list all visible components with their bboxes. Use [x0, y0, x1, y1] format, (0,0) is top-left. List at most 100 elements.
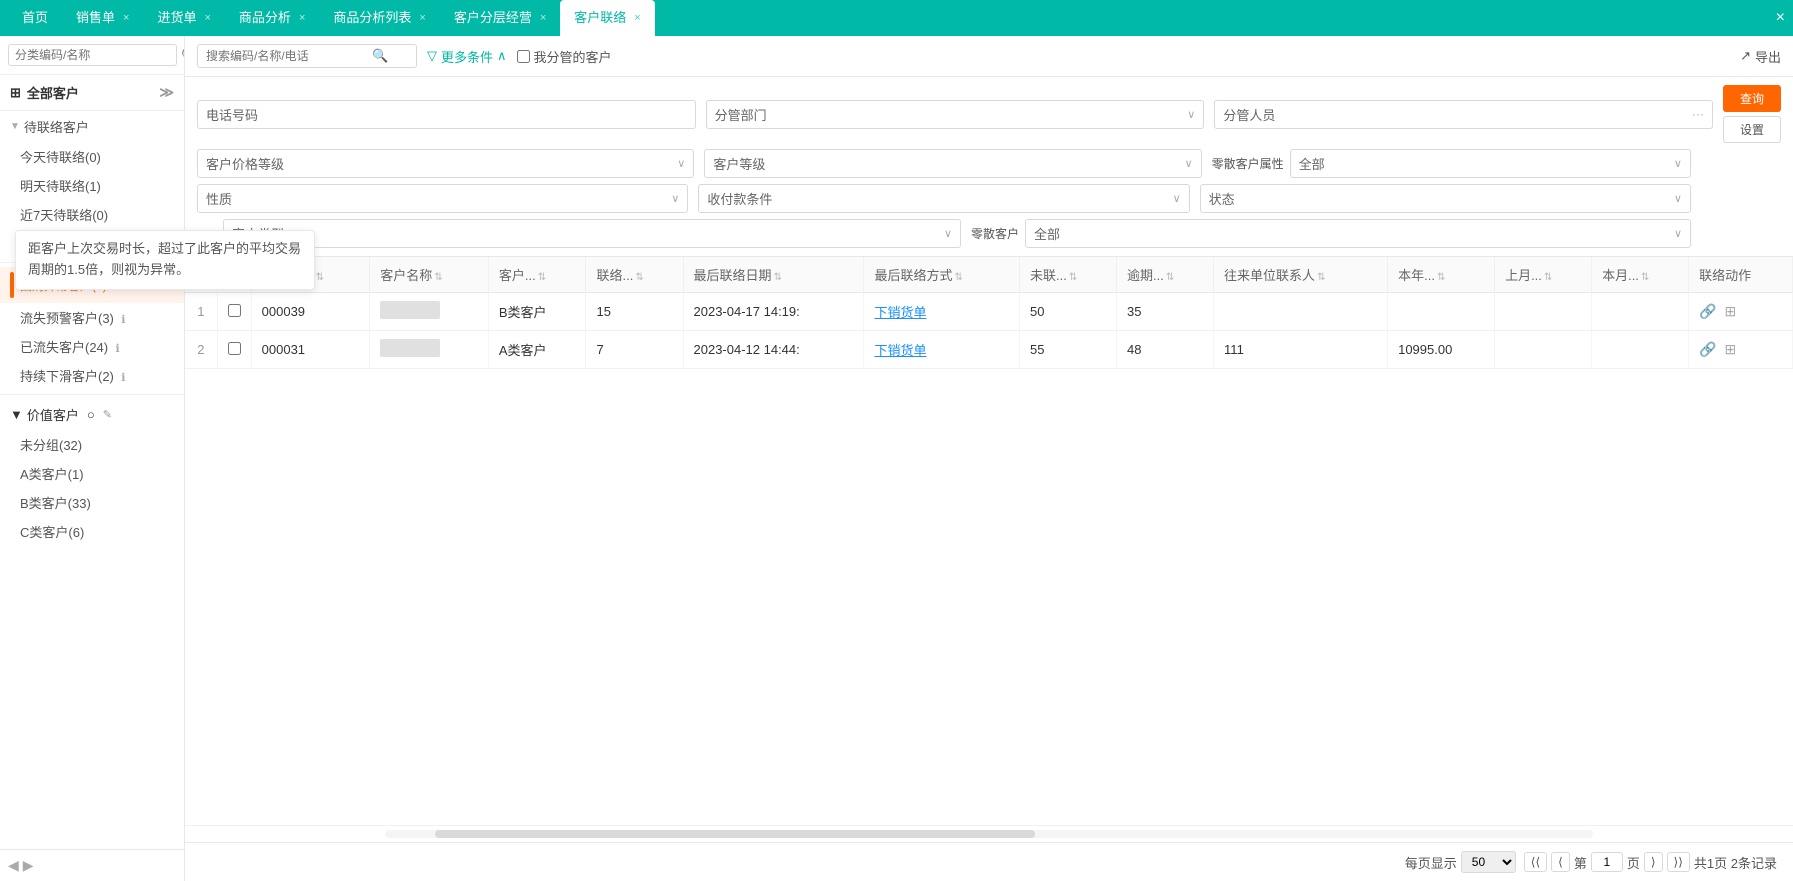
- sort-contact-icon[interactable]: ⇅: [635, 272, 643, 283]
- sidebar-item-churn-warning[interactable]: 流失预警客户(3) ℹ: [0, 303, 184, 332]
- churn-warning-info-icon[interactable]: ℹ: [121, 314, 125, 326]
- last-page-btn[interactable]: ⟩⟩: [1667, 852, 1690, 872]
- th-this-year: 本年...⇅: [1388, 257, 1495, 293]
- row1-link-icon[interactable]: 🔗: [1699, 303, 1716, 320]
- nav-customer-contact[interactable]: 客户联络 ×: [560, 0, 654, 36]
- sidebar-item-ungroup[interactable]: 未分组(32): [0, 430, 184, 459]
- export-button[interactable]: ↗ 导出: [1740, 47, 1781, 66]
- sidebar-search-input[interactable]: [8, 44, 177, 66]
- close-all-icon[interactable]: ×: [1776, 9, 1785, 27]
- close-sales-icon[interactable]: ×: [123, 0, 129, 36]
- sort-date-icon[interactable]: ⇅: [774, 272, 782, 283]
- th-actions: 联络动作: [1689, 257, 1793, 293]
- row2-link-icon[interactable]: 🔗: [1699, 341, 1716, 358]
- sidebar-pending-group[interactable]: ▼ 待联络客户: [0, 111, 184, 142]
- manager-dots[interactable]: ···: [1692, 107, 1704, 121]
- sort-this-year-icon[interactable]: ⇅: [1437, 272, 1445, 283]
- close-product-list-icon[interactable]: ×: [419, 0, 425, 36]
- sidebar-item-7days[interactable]: 近7天待联络(0): [0, 200, 184, 229]
- sidebar-value-group[interactable]: ▼ 价值客户 ○ ✎: [0, 399, 184, 430]
- close-purchase-icon[interactable]: ×: [204, 0, 210, 36]
- department-filter[interactable]: 分管部门 ∨: [706, 100, 1205, 129]
- filter-row-4: ··· 客户类型 ∨ 零散客户 全部 ∨: [197, 219, 1781, 248]
- sort-type-icon[interactable]: ⇅: [538, 272, 546, 283]
- page-number-input[interactable]: [1591, 852, 1623, 872]
- nav-home[interactable]: 首页: [8, 0, 62, 36]
- sidebar-item-today[interactable]: 今天待联络(0): [0, 142, 184, 171]
- right-arrow-icon[interactable]: ▶: [23, 857, 34, 874]
- phone-filter[interactable]: 电话号码: [197, 100, 696, 129]
- scroll-thumb[interactable]: [435, 830, 1035, 838]
- price-level-filter[interactable]: 客户价格等级 ∨: [197, 149, 694, 178]
- customer-level-arrow-icon: ∨: [1185, 157, 1193, 170]
- query-button[interactable]: 查询: [1723, 85, 1781, 112]
- declining-info-icon[interactable]: ℹ: [121, 372, 125, 384]
- sidebar-item-a-class[interactable]: A类客户(1): [0, 459, 184, 488]
- row2-grid-icon[interactable]: ⊞: [1725, 341, 1737, 358]
- next-page-btn[interactable]: ⟩: [1644, 852, 1663, 872]
- sidebar-all-customers[interactable]: ⊞ 全部客户 ≫: [0, 75, 184, 111]
- my-customer-checkbox[interactable]: 我分管的客户: [517, 47, 612, 66]
- td-row2-code: 000031: [251, 331, 370, 369]
- first-page-btn[interactable]: ⟨⟨: [1524, 852, 1547, 872]
- customer-level-filter[interactable]: 客户等级 ∨: [704, 149, 1201, 178]
- customer-type-arrow-icon: ∨: [944, 227, 952, 240]
- horizontal-scrollbar[interactable]: [185, 825, 1793, 842]
- sort-last-month-icon[interactable]: ⇅: [1544, 272, 1552, 283]
- close-customer-segment-icon[interactable]: ×: [540, 0, 546, 36]
- more-conditions-btn[interactable]: ▽ 更多条件 ∧: [427, 47, 507, 66]
- customer-type-filter[interactable]: 客户类型 ∨: [223, 219, 961, 248]
- filter-search-icon[interactable]: 🔍: [372, 48, 388, 64]
- abnormal-tooltip: 距客户上次交易时长，超过了此客户的平均交易周期的1.5倍，则视为异常。: [15, 230, 315, 290]
- sort-this-month-icon[interactable]: ⇅: [1641, 272, 1649, 283]
- value-check-icon[interactable]: ○: [87, 407, 95, 422]
- sort-code-icon[interactable]: ⇅: [316, 272, 324, 283]
- nav-sales[interactable]: 销售单 ×: [62, 0, 143, 36]
- filter-search-input[interactable]: [206, 49, 366, 63]
- sidebar-item-churned[interactable]: 已流失客户(24) ℹ: [0, 332, 184, 361]
- prev-page-btn[interactable]: ⟨: [1551, 852, 1570, 872]
- sort-contacts-icon[interactable]: ⇅: [1317, 272, 1325, 283]
- left-arrow-icon[interactable]: ◀: [8, 857, 19, 874]
- my-customer-input[interactable]: [517, 50, 530, 63]
- per-page-select[interactable]: 50 20 100: [1461, 851, 1516, 873]
- customer-table: ⚙ 客户编码⇅ 客户名称⇅ 客户...⇅ 联络...⇅ 最后联络日期⇅ 最后联络…: [185, 257, 1793, 369]
- gender-filter[interactable]: 性质 ∨: [197, 184, 688, 213]
- main-layout: 🔍 ⊞ 全部客户 ≫ ▼ 待联络客户 今天待联络(0) 明天待联络(1) 近7天…: [0, 36, 1793, 881]
- sidebar-item-c-class[interactable]: C类客户(6): [0, 517, 184, 546]
- retail-attr-filter[interactable]: 全部 ∨: [1290, 149, 1691, 178]
- td-row1-check[interactable]: [217, 293, 251, 331]
- nav-product-list[interactable]: 商品分析列表 ×: [319, 0, 439, 36]
- status-filter[interactable]: 状态 ∨: [1200, 184, 1691, 213]
- nav-product-analysis[interactable]: 商品分析 ×: [225, 0, 319, 36]
- sort-method-icon[interactable]: ⇅: [954, 272, 962, 283]
- table-row: 1 000039 B类客户 15 2023-04-17 14:19: 下销货单 …: [185, 293, 1793, 331]
- td-row2-check[interactable]: [217, 331, 251, 369]
- manager-filter[interactable]: 分管人员 ···: [1214, 100, 1713, 129]
- payment-filter[interactable]: 收付款条件 ∨: [698, 184, 1189, 213]
- sort-unlinkd-icon[interactable]: ⇅: [1069, 272, 1077, 283]
- churned-info-icon[interactable]: ℹ: [115, 343, 119, 355]
- td-row1-overdue: 35: [1117, 293, 1214, 331]
- row2-checkbox[interactable]: [228, 342, 241, 355]
- content-area: 🔍 ▽ 更多条件 ∧ 我分管的客户 ↗ 导出 电话号码: [185, 36, 1793, 881]
- row1-checkbox[interactable]: [228, 304, 241, 317]
- sidebar-item-b-class[interactable]: B类客户(33): [0, 488, 184, 517]
- retail-customer-filter[interactable]: 全部 ∨: [1025, 219, 1691, 248]
- sidebar-collapse-icon[interactable]: ≫: [159, 84, 174, 101]
- nav-purchase[interactable]: 进货单 ×: [143, 0, 224, 36]
- settings-button[interactable]: 设置: [1723, 116, 1781, 143]
- sidebar-item-tomorrow[interactable]: 明天待联络(1): [0, 171, 184, 200]
- value-edit-icon[interactable]: ✎: [103, 408, 112, 421]
- sidebar-item-declining[interactable]: 持续下滑客户(2) ℹ: [0, 361, 184, 390]
- td-row2-unlinkd: 55: [1020, 331, 1117, 369]
- close-product-analysis-icon[interactable]: ×: [299, 0, 305, 36]
- nav-customer-segment[interactable]: 客户分层经营 ×: [440, 0, 560, 36]
- sort-overdue-icon[interactable]: ⇅: [1166, 272, 1174, 283]
- close-customer-contact-icon[interactable]: ×: [634, 0, 640, 36]
- filter-row-2: 客户价格等级 ∨ 客户等级 ∨ 零散客户属性 全部 ∨: [197, 149, 1781, 178]
- orange-indicator: [10, 272, 14, 298]
- price-level-arrow-icon: ∨: [677, 157, 685, 170]
- row1-grid-icon[interactable]: ⊞: [1725, 303, 1737, 320]
- sort-name-icon[interactable]: ⇅: [434, 272, 442, 283]
